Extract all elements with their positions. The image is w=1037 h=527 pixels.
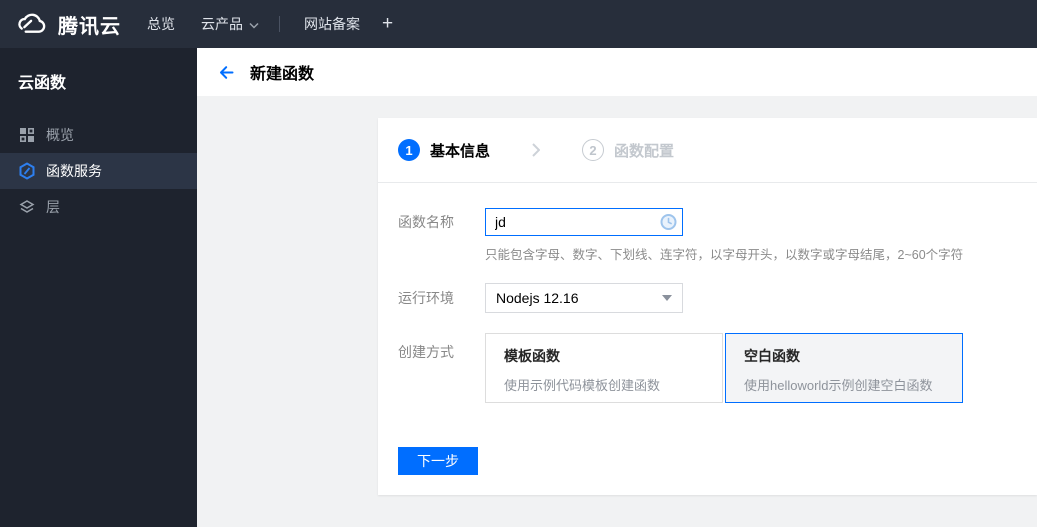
creation-method-options: 模板函数 使用示例代码模板创建函数 空白函数 使用helloworld示例创建空… (485, 333, 963, 403)
creation-method-row: 创建方式 模板函数 使用示例代码模板创建函数 空白函数 使用helloworld… (398, 333, 1017, 403)
step-2-circle: 2 (582, 139, 605, 161)
chevron-down-icon (249, 22, 259, 29)
next-step-button[interactable]: 下一步 (398, 447, 478, 475)
nav-item-icp-filing[interactable]: 网站备案 (304, 14, 360, 34)
function-name-input-wrap (485, 208, 683, 236)
function-hexagon-icon (18, 162, 36, 180)
sidebar-item-label: 概览 (46, 127, 74, 143)
method-card-template-function[interactable]: 模板函数 使用示例代码模板创建函数 (485, 333, 723, 403)
grid-icon (18, 126, 36, 144)
nav-divider (279, 16, 280, 32)
function-name-row: 函数名称 只能包含字母、数字、下划线、连字符，以字母开头，以数字或字母结尾，2~… (398, 208, 1017, 263)
step-1-circle: 1 (398, 139, 420, 161)
nav-item-overview[interactable]: 总览 (147, 14, 175, 34)
sidebar-item-overview[interactable]: 概览 (0, 117, 197, 153)
sidebar-item-label: 层 (46, 199, 60, 215)
method-card-desc: 使用helloworld示例创建空白函数 (744, 378, 933, 393)
validating-clock-icon (660, 214, 677, 231)
method-card-title: 模板函数 (504, 348, 560, 364)
step-2-label: 函数配置 (614, 142, 675, 160)
nav-add-tab-button[interactable]: + (382, 13, 393, 35)
function-name-control: 只能包含字母、数字、下划线、连字符，以字母开头，以数字或字母结尾，2~60个字符 (485, 208, 963, 263)
layers-icon (18, 198, 36, 216)
sidebar: 云函数 概览 函数服务 层 (0, 48, 197, 527)
tencent-cloud-brand[interactable]: 腾讯云 (14, 10, 121, 39)
sidebar-item-function-service[interactable]: 函数服务 (0, 153, 197, 189)
cloud-logo-icon (14, 12, 50, 36)
page-title: 新建函数 (250, 66, 315, 83)
select-caret-icon (662, 295, 672, 301)
function-name-input[interactable] (486, 209, 682, 235)
runtime-row: 运行环境 Nodejs 12.16 (398, 283, 1017, 313)
top-nav-menu: 总览 云产品 网站备案 + (147, 13, 393, 35)
step-indicator: 1 基本信息 2 函数配置 (378, 118, 1037, 183)
sidebar-title: 云函数 (18, 75, 67, 92)
function-name-label: 函数名称 (398, 214, 454, 230)
basic-info-form: 函数名称 只能包含字母、数字、下划线、连字符，以字母开头，以数字或字母结尾，2~… (378, 183, 1037, 475)
step-chevron-icon (532, 143, 541, 157)
method-card-blank-function[interactable]: 空白函数 使用helloworld示例创建空白函数 (725, 333, 963, 403)
method-card-title: 空白函数 (744, 348, 800, 364)
function-name-hint: 只能包含字母、数字、下划线、连字符，以字母开头，以数字或字母结尾，2~60个字符 (485, 248, 964, 262)
sidebar-item-layers[interactable]: 层 (0, 189, 197, 225)
runtime-selected-value: Nodejs 12.16 (496, 290, 579, 306)
back-arrow-icon[interactable] (218, 64, 235, 81)
brand-name: 腾讯云 (58, 15, 121, 38)
runtime-select[interactable]: Nodejs 12.16 (485, 283, 683, 313)
page-header: 新建函数 (197, 48, 1037, 96)
creation-method-label: 创建方式 (398, 344, 454, 360)
runtime-label: 运行环境 (398, 290, 454, 306)
create-function-card: 1 基本信息 2 函数配置 函数名称 jd 只能包含字母、数字、下划线、连字符，… (378, 118, 1037, 495)
nav-item-cloud-products[interactable]: 云产品 (201, 14, 259, 34)
step-1-label: 基本信息 (430, 142, 491, 160)
nav-item-cloud-products-label: 云产品 (201, 16, 243, 32)
sidebar-item-label: 函数服务 (46, 163, 102, 179)
top-navbar: 腾讯云 总览 云产品 网站备案 + (0, 0, 1037, 48)
method-card-desc: 使用示例代码模板创建函数 (504, 378, 661, 393)
content-area: 1 基本信息 2 函数配置 函数名称 jd 只能包含字母、数字、下划线、连字符，… (197, 96, 1037, 527)
